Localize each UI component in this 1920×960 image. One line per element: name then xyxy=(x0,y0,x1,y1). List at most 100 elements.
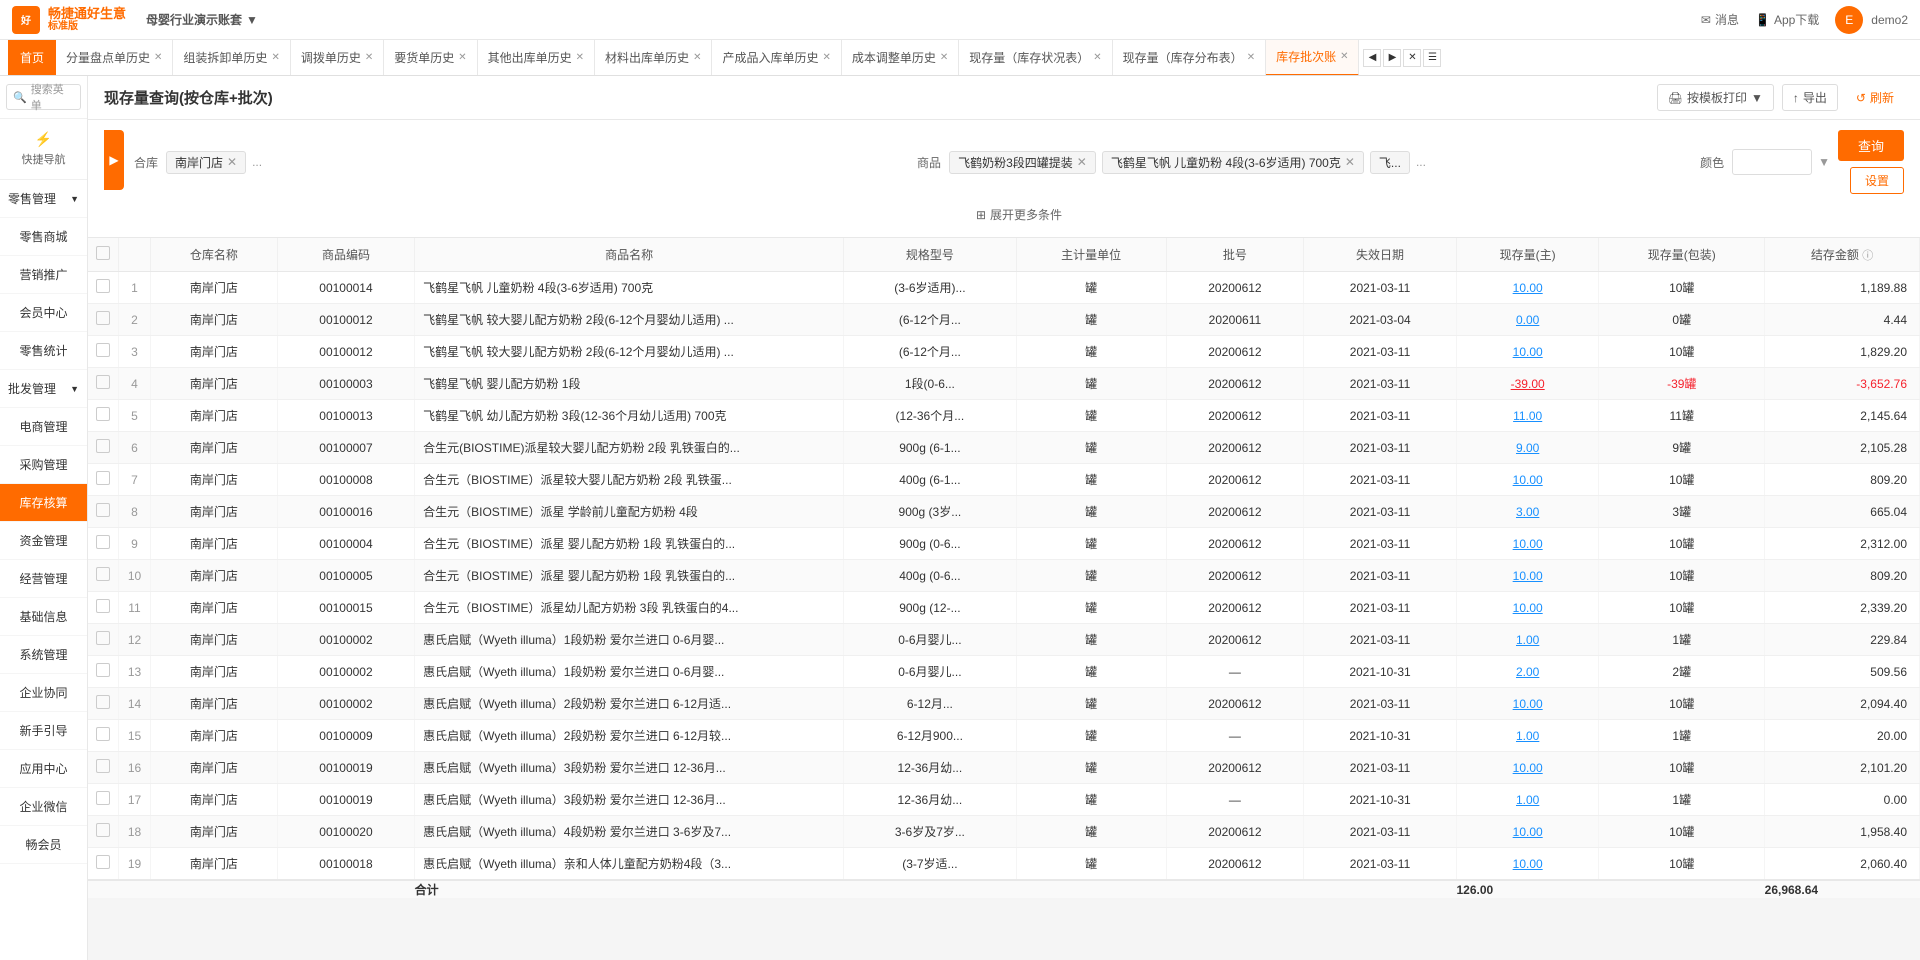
tab-close-icon[interactable]: ✕ xyxy=(154,52,162,63)
stock-main-value[interactable]: 10.00 xyxy=(1513,761,1543,775)
tab-prev-btn[interactable]: ◀ xyxy=(1363,49,1381,67)
tab-close-all-btn[interactable]: ✕ xyxy=(1403,49,1421,67)
row-checkbox[interactable] xyxy=(96,823,110,837)
tab-close-icon[interactable]: ✕ xyxy=(458,52,466,63)
quick-nav-btn[interactable]: ⚡ 快捷导航 xyxy=(0,123,87,175)
stock-main-value[interactable]: 10.00 xyxy=(1513,569,1543,583)
sidebar-item-finance[interactable]: 资金管理 xyxy=(0,522,87,560)
sidebar-item-marketing[interactable]: 营销推广 xyxy=(0,256,87,294)
select-all-checkbox[interactable] xyxy=(96,246,110,260)
color-input[interactable] xyxy=(1732,149,1812,175)
stock-main-value[interactable]: 11.00 xyxy=(1513,409,1542,423)
expand-more-btn[interactable]: ⊞ 展开更多条件 xyxy=(976,206,1062,223)
product-tag-3[interactable]: 飞... xyxy=(1370,151,1410,174)
stock-main-value[interactable]: -39.00 xyxy=(1511,377,1545,391)
tab-menu-btn[interactable]: ☰ xyxy=(1423,49,1441,67)
app-download-btn[interactable]: 📱 App下载 xyxy=(1755,11,1819,28)
tab-next-btn[interactable]: ▶ xyxy=(1383,49,1401,67)
sidebar-item-members2[interactable]: 畅会员 xyxy=(0,826,87,864)
stock-main-value[interactable]: 1.00 xyxy=(1516,633,1539,647)
stock-main-value[interactable]: 10.00 xyxy=(1513,601,1543,615)
sidebar-item-system[interactable]: 系统管理 xyxy=(0,636,87,674)
stock-main-value[interactable]: 9.00 xyxy=(1516,441,1539,455)
sidebar-item-basic[interactable]: 基础信息 xyxy=(0,598,87,636)
tab-stock-status[interactable]: 现存量（库存状况表） ✕ xyxy=(959,40,1112,76)
stock-main-value[interactable]: 1.00 xyxy=(1516,793,1539,807)
sidebar-item-wholesale[interactable]: 批发管理 ▼ xyxy=(0,370,87,408)
product-more-btn[interactable]: ... xyxy=(1416,155,1426,169)
sidebar-item-retail-shop[interactable]: 零售商城 xyxy=(0,218,87,256)
sidebar-item-wechat[interactable]: 企业微信 xyxy=(0,788,87,826)
tab-close-icon[interactable]: ✕ xyxy=(365,52,373,63)
tab-disassemble-history[interactable]: 组装拆卸单历史 ✕ xyxy=(173,40,290,76)
sidebar-item-apps[interactable]: 应用中心 xyxy=(0,750,87,788)
tab-close-icon[interactable]: ✕ xyxy=(822,52,830,63)
row-checkbox[interactable] xyxy=(96,727,110,741)
stock-main-value[interactable]: 10.00 xyxy=(1513,345,1543,359)
stock-main-value[interactable]: 0.00 xyxy=(1516,313,1539,327)
stock-main-value[interactable]: 10.00 xyxy=(1513,281,1543,295)
remove-tag-icon[interactable]: ✕ xyxy=(1345,155,1355,169)
search-input[interactable]: 🔍 搜索英单 xyxy=(6,84,81,110)
row-checkbox[interactable] xyxy=(96,759,110,773)
stock-main-value[interactable]: 10.00 xyxy=(1513,697,1543,711)
tab-material-out-history[interactable]: 材料出库单历史 ✕ xyxy=(595,40,712,76)
messages-btn[interactable]: ✉ 消息 xyxy=(1701,11,1739,28)
warehouse-tag-nananjiedian[interactable]: 南岸门店 ✕ xyxy=(166,151,246,174)
sidebar-item-retail-stats[interactable]: 零售统计 xyxy=(0,332,87,370)
stock-main-value[interactable]: 10.00 xyxy=(1513,537,1543,551)
sidebar-item-enterprise[interactable]: 企业协同 xyxy=(0,674,87,712)
sidebar-item-ecommerce[interactable]: 电商管理 xyxy=(0,408,87,446)
stock-main-value[interactable]: 10.00 xyxy=(1513,473,1543,487)
sidebar-item-inventory[interactable]: 库存核算 xyxy=(0,484,87,522)
tab-stock-dist[interactable]: 现存量（库存分布表） ✕ xyxy=(1113,40,1266,76)
tab-close-icon[interactable]: ✕ xyxy=(1093,52,1101,63)
row-checkbox[interactable] xyxy=(96,695,110,709)
balance-info-icon[interactable]: ⓘ xyxy=(1862,250,1873,262)
warehouse-more-btn[interactable]: ... xyxy=(252,155,262,169)
filter-expand-arrow[interactable]: ▶ xyxy=(104,130,124,190)
user-area[interactable]: E demo2 xyxy=(1835,6,1908,34)
row-checkbox[interactable] xyxy=(96,567,110,581)
row-checkbox[interactable] xyxy=(96,311,110,325)
template-print-btn[interactable]: 🖨 按模板打印 ▼ xyxy=(1657,84,1774,111)
row-checkbox[interactable] xyxy=(96,439,110,453)
tab-close-icon[interactable]: ✕ xyxy=(693,52,701,63)
row-checkbox[interactable] xyxy=(96,503,110,517)
query-btn[interactable]: 查询 xyxy=(1838,130,1904,161)
stock-main-value[interactable]: 10.00 xyxy=(1513,857,1543,871)
tab-product-in-history[interactable]: 产成品入库单历史 ✕ xyxy=(712,40,841,76)
sidebar-item-operations[interactable]: 经营管理 xyxy=(0,560,87,598)
tab-batch-account[interactable]: 库存批次账 ✕ xyxy=(1266,40,1359,76)
remove-tag-icon[interactable]: ✕ xyxy=(1077,155,1087,169)
tab-goods-history[interactable]: 要货单历史 ✕ xyxy=(384,40,477,76)
sidebar-item-purchase[interactable]: 采购管理 xyxy=(0,446,87,484)
tab-cost-adjust-history[interactable]: 成本调整单历史 ✕ xyxy=(842,40,959,76)
tab-close-icon[interactable]: ✕ xyxy=(940,52,948,63)
export-btn[interactable]: ↑ 导出 xyxy=(1782,84,1838,111)
tab-close-icon[interactable]: ✕ xyxy=(576,52,584,63)
stock-main-value[interactable]: 10.00 xyxy=(1513,825,1543,839)
stock-main-value[interactable]: 1.00 xyxy=(1516,729,1539,743)
sidebar-item-retail[interactable]: 零售管理 ▼ xyxy=(0,180,87,218)
tab-close-icon[interactable]: ✕ xyxy=(1247,52,1255,63)
row-checkbox[interactable] xyxy=(96,375,110,389)
sidebar-item-guide[interactable]: 新手引导 xyxy=(0,712,87,750)
stock-main-value[interactable]: 3.00 xyxy=(1516,505,1539,519)
row-checkbox[interactable] xyxy=(96,631,110,645)
stock-main-value[interactable]: 2.00 xyxy=(1516,665,1539,679)
row-checkbox[interactable] xyxy=(96,855,110,869)
color-dropdown-icon[interactable]: ▼ xyxy=(1818,155,1830,169)
row-checkbox[interactable] xyxy=(96,407,110,421)
tab-close-icon[interactable]: ✕ xyxy=(271,52,279,63)
tab-home[interactable]: 首页 xyxy=(8,40,56,76)
tab-other-out-history[interactable]: 其他出库单历史 ✕ xyxy=(478,40,595,76)
remove-tag-icon[interactable]: ✕ xyxy=(227,155,237,169)
row-checkbox[interactable] xyxy=(96,663,110,677)
tab-mix-history[interactable]: 调拨单历史 ✕ xyxy=(291,40,384,76)
refresh-btn[interactable]: ↺ 刷新 xyxy=(1846,85,1904,110)
tab-close-icon[interactable]: ✕ xyxy=(1340,51,1348,62)
tab-split-history[interactable]: 分量盘点单历史 ✕ xyxy=(56,40,173,76)
row-checkbox[interactable] xyxy=(96,471,110,485)
row-checkbox[interactable] xyxy=(96,791,110,805)
